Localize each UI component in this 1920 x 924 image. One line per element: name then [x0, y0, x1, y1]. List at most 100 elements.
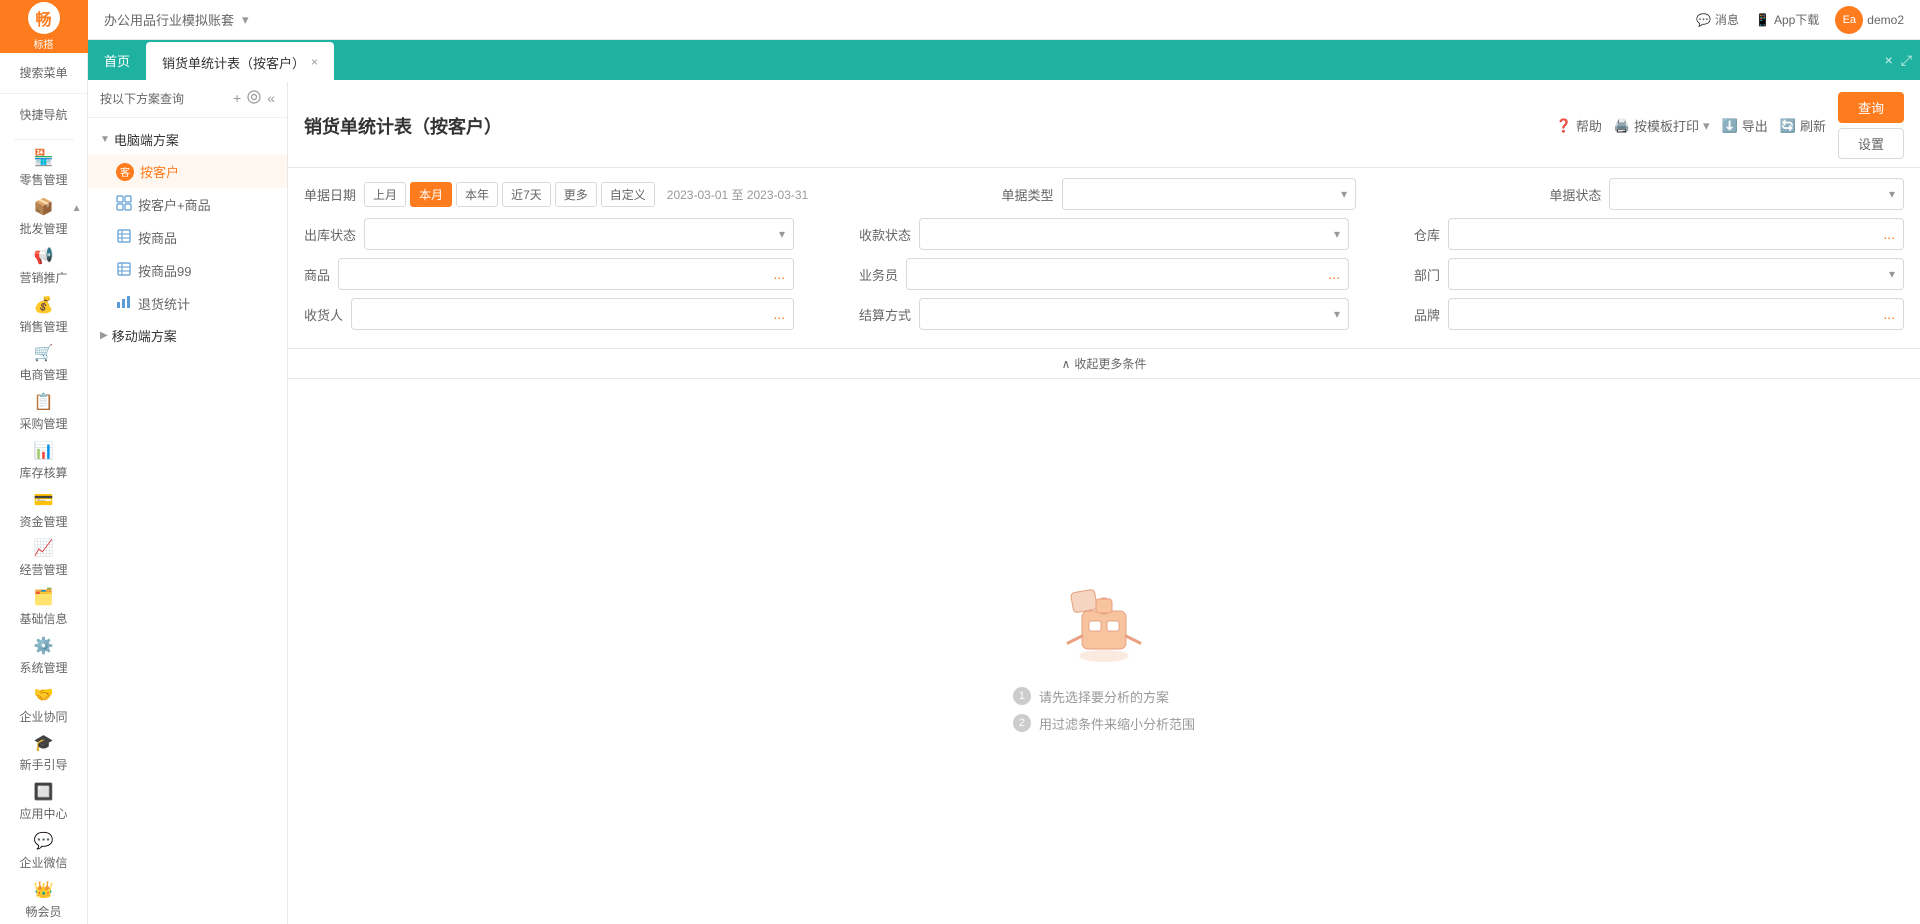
print-dropdown-icon[interactable]: ▾: [1703, 118, 1710, 134]
edit-scheme-icon[interactable]: [247, 90, 261, 107]
topbar: 办公用品行业模拟账套 ▾ 💬 消息 📱 App下载 Ea demo2: [88, 0, 1920, 40]
export-label: 导出: [1742, 116, 1768, 135]
tab-close-icon[interactable]: ×: [311, 55, 318, 69]
warehouse-label: 仓库: [1414, 225, 1440, 244]
export-button[interactable]: ⬇️ 导出: [1722, 116, 1768, 135]
sidebar-item-inventory[interactable]: 📊 库存核算: [0, 437, 88, 486]
brand-input[interactable]: ...: [1448, 298, 1904, 330]
settlement-select[interactable]: ▾: [919, 298, 1349, 330]
quick-nav-item[interactable]: 快捷导航: [0, 94, 88, 135]
sidebar-item-operation[interactable]: 📈 经营管理: [0, 534, 88, 583]
date-more-btn[interactable]: 更多: [555, 182, 597, 207]
page-actions: ❓ 帮助 🖨️ 按模板打印 ▾ ⬇️ 导出 🔄 刷新: [1556, 92, 1904, 159]
tab-sales-stats[interactable]: 销货单统计表（按客户） ×: [146, 42, 334, 82]
settings-button[interactable]: 设置: [1838, 128, 1904, 159]
sidebar-item-newbie-label: 新手引导: [19, 756, 67, 773]
topbar-right: 💬 消息 📱 App下载 Ea demo2: [1696, 6, 1904, 34]
scheme-item-by-customer-goods-label: 按客户+商品: [138, 195, 211, 214]
doc-status-group: 单据状态 ▾: [1549, 178, 1904, 210]
scheme-item-by-customer[interactable]: 客 按客户: [88, 155, 287, 188]
sidebar-logo[interactable]: 畅 标搭: [0, 0, 88, 53]
sidebar-item-ecommerce[interactable]: 🛒 电商管理: [0, 339, 88, 388]
tab-minimize-icon[interactable]: ×: [1885, 52, 1893, 69]
settlement-group: 结算方式 ▾: [859, 298, 1349, 330]
sidebar-item-apps-label: 应用中心: [19, 805, 67, 822]
receiver-dots[interactable]: ...: [773, 306, 785, 322]
goods-dots[interactable]: ...: [773, 266, 785, 282]
dept-select[interactable]: ▾: [1448, 258, 1904, 290]
scheme-item-by-customer-label: 按客户: [140, 162, 179, 181]
goods-input[interactable]: ...: [338, 258, 794, 290]
scheme-group-desktop-header[interactable]: ▼ 电脑端方案: [88, 124, 287, 155]
message-button[interactable]: 💬 消息: [1696, 11, 1739, 28]
sidebar-item-system[interactable]: ⚙️ 系统管理: [0, 632, 88, 681]
salesperson-dots[interactable]: ...: [1328, 266, 1340, 282]
sidebar-item-marketing[interactable]: 📢 营销推广: [0, 242, 88, 291]
tip-1-num: 1: [1013, 687, 1031, 705]
query-button[interactable]: 查询: [1838, 92, 1904, 123]
user-label: demo2: [1867, 13, 1904, 27]
salesperson-group: 业务员 ...: [859, 258, 1349, 290]
scheme-item-by-goods[interactable]: 按商品: [88, 221, 287, 254]
sidebar-item-corp[interactable]: 🤝 企业协同: [0, 680, 88, 729]
apps-icon: 🔲: [34, 782, 54, 802]
brand-group: 品牌 ...: [1414, 298, 1904, 330]
receiver-input[interactable]: ...: [351, 298, 794, 330]
sidebar-item-sales-label: 销售管理: [19, 318, 67, 335]
add-scheme-icon[interactable]: +: [233, 90, 241, 107]
tab-maximize-icon[interactable]: ⤢: [1901, 52, 1912, 69]
warehouse-input[interactable]: ...: [1448, 218, 1904, 250]
user-profile[interactable]: Ea demo2: [1835, 6, 1904, 34]
sidebar-item-corp-label: 企业协同: [19, 708, 67, 725]
doc-type-select[interactable]: ▾: [1062, 178, 1357, 210]
sidebar-item-member[interactable]: 👑 畅会员: [0, 875, 88, 924]
sidebar-item-wholesale[interactable]: 📦 批发管理 ▲: [0, 193, 88, 242]
sidebar-item-basic[interactable]: 🗂️ 基础信息: [0, 583, 88, 632]
salesperson-input[interactable]: ...: [906, 258, 1349, 290]
date-this-year-btn[interactable]: 本年: [456, 182, 498, 207]
scheme-item-return-stats[interactable]: 退货统计: [88, 287, 287, 320]
sidebar-item-sales[interactable]: 💰 销售管理: [0, 290, 88, 339]
empty-tips: 1 请先选择要分析的方案 2 用过滤条件来缩小分析范围: [1013, 687, 1195, 733]
app-download-button[interactable]: 📱 App下载: [1755, 11, 1819, 28]
sidebar-item-finance[interactable]: 💳 资金管理: [0, 485, 88, 534]
scheme-group-desktop-label: 电脑端方案: [114, 130, 179, 149]
refresh-button[interactable]: 🔄 刷新: [1780, 116, 1826, 135]
doc-status-arrow: ▾: [1889, 187, 1895, 201]
collapse-panel-icon[interactable]: «: [267, 90, 275, 107]
scheme-item-by-goods99[interactable]: 按商品99: [88, 254, 287, 287]
filter-row-1: 单据日期 上月 本月 本年 近7天 更多 自定义 2023-03-01 至 20…: [304, 178, 1904, 210]
right-panel: 销货单统计表（按客户） ❓ 帮助 🖨️ 按模板打印 ▾ ⬇️ 导出: [288, 80, 1920, 924]
left-panel-header: 按以下方案查询 + «: [88, 80, 287, 118]
retail-icon: 🏪: [34, 148, 54, 168]
settlement-label: 结算方式: [859, 305, 911, 324]
sidebar-item-purchase[interactable]: 📋 采购管理: [0, 388, 88, 437]
sidebar-item-newbie[interactable]: 🎓 新手引导: [0, 729, 88, 778]
scheme-group-mobile: ▶ 移动端方案: [88, 320, 287, 351]
sidebar-item-wechat[interactable]: 💬 企业微信: [0, 827, 88, 876]
sidebar-item-apps[interactable]: 🔲 应用中心: [0, 778, 88, 827]
print-button[interactable]: 🖨️ 按模板打印 ▾: [1614, 116, 1710, 135]
sidebar-item-retail[interactable]: 🏪 零售管理: [0, 144, 88, 193]
date-last-month-btn[interactable]: 上月: [364, 182, 406, 207]
scheme-item-by-customer-goods[interactable]: 按客户+商品: [88, 188, 287, 221]
brand-dots[interactable]: ...: [1883, 306, 1895, 322]
empty-tip-2: 2 用过滤条件来缩小分析范围: [1013, 714, 1195, 733]
date-this-month-btn[interactable]: 本月: [410, 182, 452, 207]
date-custom-btn[interactable]: 自定义: [601, 182, 655, 207]
search-menu-item[interactable]: 搜索菜单: [0, 53, 88, 94]
help-button[interactable]: ❓ 帮助: [1556, 116, 1602, 135]
topbar-title: 办公用品行业模拟账套: [104, 10, 234, 29]
collapse-bar[interactable]: ∧ 收起更多条件: [288, 349, 1920, 379]
tab-home[interactable]: 首页: [88, 40, 146, 80]
warehouse-dots[interactable]: ...: [1883, 226, 1895, 242]
out-status-select[interactable]: ▾: [364, 218, 794, 250]
topbar-dropdown-icon[interactable]: ▾: [242, 12, 249, 28]
sidebar-item-finance-label: 资金管理: [19, 513, 67, 530]
main-area: 办公用品行业模拟账套 ▾ 💬 消息 📱 App下载 Ea demo2 首页: [88, 0, 1920, 924]
date-7days-btn[interactable]: 近7天: [502, 182, 551, 207]
payment-status-select[interactable]: ▾: [919, 218, 1349, 250]
doc-type-group: 单据类型 ▾: [1002, 178, 1357, 210]
doc-status-select[interactable]: ▾: [1609, 178, 1904, 210]
scheme-group-mobile-header[interactable]: ▶ 移动端方案: [88, 320, 287, 351]
